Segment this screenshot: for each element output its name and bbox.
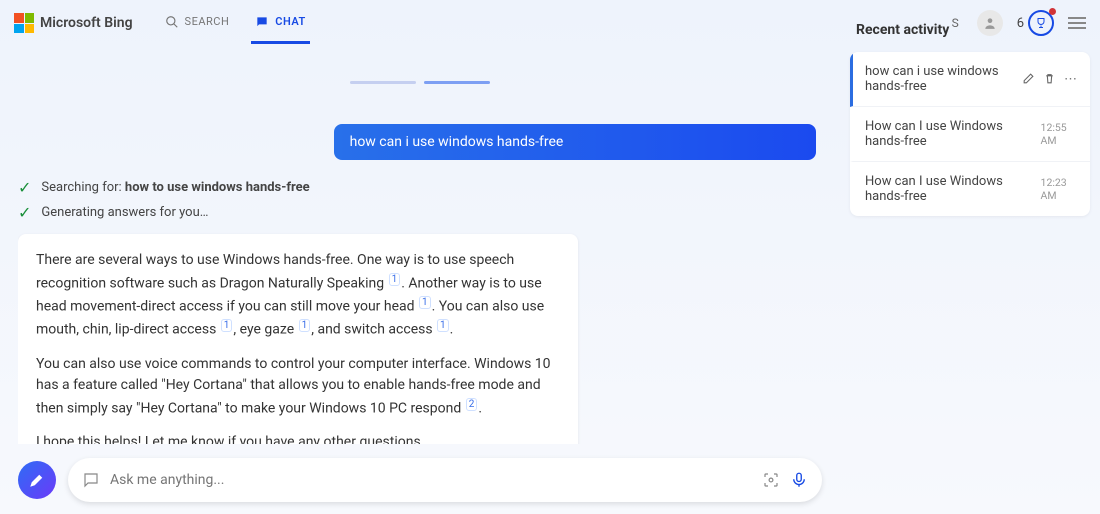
composer <box>18 458 822 502</box>
delete-icon[interactable] <box>1043 72 1056 85</box>
citation-1[interactable]: 1 <box>437 319 449 332</box>
activity-text: How can I use Windows hands-free <box>865 174 1035 204</box>
user-message-bubble: how can i use windows hands-free <box>334 124 816 160</box>
chat-icon <box>255 15 269 29</box>
ask-input[interactable] <box>110 472 752 488</box>
activity-time: 12:23 AM <box>1041 176 1078 202</box>
indicator-dot <box>350 81 416 84</box>
sidebar: Recent activity how can i use windows ha… <box>840 0 1100 514</box>
nav-search-label: SEARCH <box>185 15 230 28</box>
sidebar-title: Recent activity <box>856 22 1084 38</box>
nav-search[interactable]: SEARCH <box>161 3 234 44</box>
status-prefix: Searching for: <box>41 180 125 195</box>
broom-icon <box>28 471 46 489</box>
assistant-answer: There are several ways to use Windows ha… <box>18 234 578 444</box>
nav-chat[interactable]: CHAT <box>251 3 310 44</box>
status-searching: ✓ Searching for: how to use windows hand… <box>18 178 822 197</box>
activity-list: how can i use windows hands-free ⋯ How c… <box>850 52 1090 216</box>
activity-actions: ⋯ <box>1022 72 1078 87</box>
citation-1[interactable]: 1 <box>299 319 311 332</box>
brand-name: Microsoft Bing <box>40 15 133 31</box>
citation-1[interactable]: 1 <box>419 296 431 309</box>
status-query: how to use windows hands-free <box>125 180 310 195</box>
brand-logo[interactable]: Microsoft Bing <box>14 13 133 33</box>
activity-item[interactable]: How can I use Windows hands-free 12:55 A… <box>850 107 1090 162</box>
answer-paragraph-1: There are several ways to use Windows ha… <box>36 250 560 342</box>
activity-time: 12:55 AM <box>1041 121 1078 147</box>
citation-1[interactable]: 1 <box>389 273 401 286</box>
answer-paragraph-2: You can also use voice commands to contr… <box>36 354 560 421</box>
activity-text: How can I use Windows hands-free <box>865 119 1035 149</box>
citation-1[interactable]: 1 <box>221 319 233 332</box>
microsoft-logo-icon <box>14 13 34 33</box>
check-icon: ✓ <box>18 178 31 197</box>
answer-paragraph-3: I hope this helps! Let me know if you ha… <box>36 432 560 444</box>
more-icon[interactable]: ⋯ <box>1064 72 1078 87</box>
visual-search-icon[interactable] <box>762 471 780 489</box>
nav-chat-label: CHAT <box>275 15 306 28</box>
activity-item-selected[interactable]: how can i use windows hands-free ⋯ <box>850 52 1090 107</box>
edit-icon[interactable] <box>1022 72 1035 85</box>
citation-2[interactable]: 2 <box>466 398 478 411</box>
main: how can i use windows hands-free ✓ Searc… <box>0 46 840 514</box>
chat-bubble-icon <box>82 471 100 489</box>
new-topic-button[interactable] <box>18 461 56 499</box>
carousel-indicator <box>18 46 822 84</box>
check-icon: ✓ <box>18 203 31 222</box>
conversation-scroll: how can i use windows hands-free ✓ Searc… <box>18 46 822 444</box>
ask-input-bar <box>68 458 822 502</box>
indicator-dot-active <box>424 81 490 84</box>
status-generating: ✓ Generating answers for you… <box>18 203 822 222</box>
user-message-text: how can i use windows hands-free <box>350 134 564 150</box>
activity-text: how can i use windows hands-free <box>865 64 1016 94</box>
status-generating-text: Generating answers for you… <box>41 205 208 220</box>
nav: SEARCH CHAT <box>161 3 310 44</box>
search-icon <box>165 15 179 29</box>
activity-item[interactable]: How can I use Windows hands-free 12:23 A… <box>850 162 1090 216</box>
microphone-icon[interactable] <box>790 471 808 489</box>
